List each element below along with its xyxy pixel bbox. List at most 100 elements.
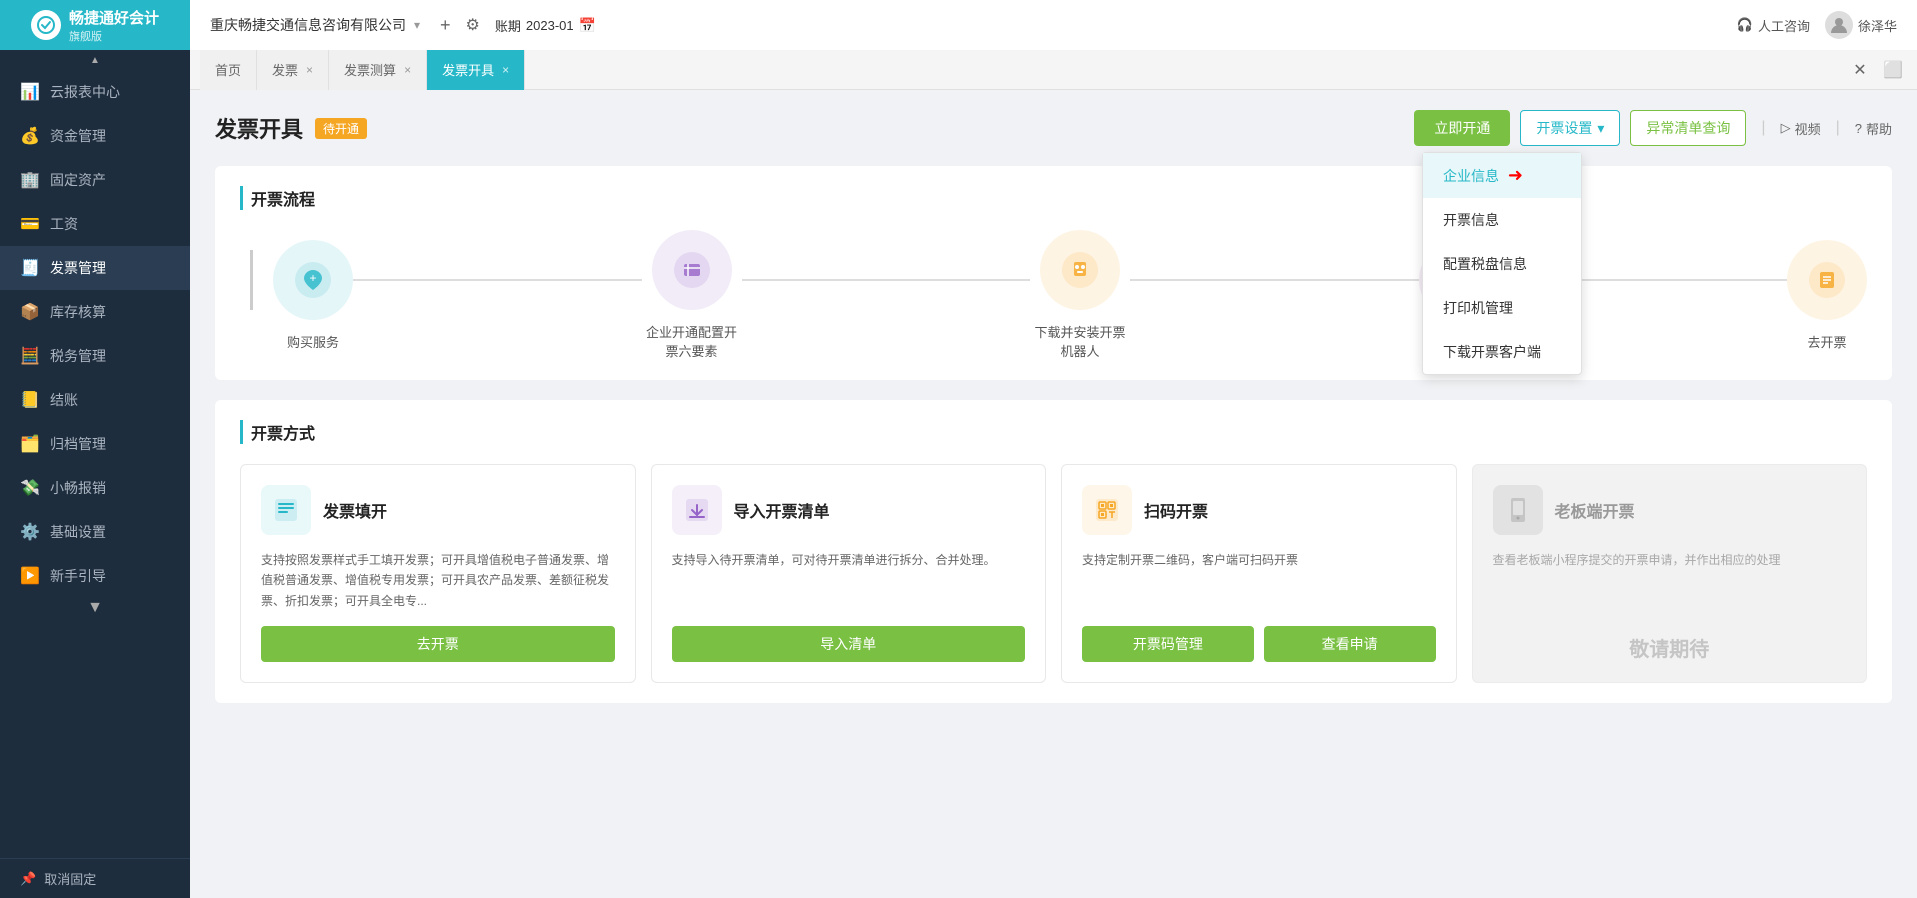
method-section-title: 开票方式 [240, 420, 1867, 444]
tab-invoice-label: 发票 [272, 60, 298, 79]
sidebar-item-guide[interactable]: ▶️ 新手引导 [0, 554, 190, 598]
logo-area: 畅捷通好会计 旗舰版 [0, 0, 190, 50]
sidebar-item-reports[interactable]: 📊 云报表中心 [0, 70, 190, 114]
sidebar-item-tax[interactable]: 🧮 税务管理 [0, 334, 190, 378]
divider2: | [1836, 119, 1840, 137]
flow-step-5-label: 去开票 [1807, 332, 1846, 351]
exception-button[interactable]: 异常清单查询 [1630, 110, 1746, 146]
boss-invoice-icon [1493, 485, 1543, 535]
method-card-fill-header: 发票填开 [261, 485, 615, 535]
page-title: 发票开具 [215, 112, 303, 144]
dropdown-item-tax-disk[interactable]: 配置税盘信息 [1423, 242, 1581, 286]
scan-card-desc: 支持定制开票二维码，客户端可扫码开票 [1082, 550, 1436, 596]
header-add-button[interactable]: + [440, 15, 451, 36]
page-title-left: 发票开具 待开通 [215, 112, 367, 144]
tab-issue-label: 发票开具 [442, 60, 494, 79]
settings-dropdown-menu: 企业信息 ➜ 开票信息 配置税盘信息 打印机管理 下 [1422, 152, 1582, 375]
fill-card-desc: 支持按照发票样式手工填开发票；可开具增值税电子普通发票、增值税普通发票、增值税专… [261, 550, 615, 611]
dropdown-item-download[interactable]: 下载开票客户端 [1423, 330, 1581, 374]
sidebar-label-assets: 固定资产 [50, 170, 106, 190]
headset-icon: 🎧 [1737, 17, 1753, 33]
flow-steps: + 购买服务 [240, 230, 1867, 360]
sidebar-bottom: 📌 取消固定 [0, 858, 190, 898]
sidebar-scroll-up[interactable]: ▲ [0, 50, 190, 70]
page-content: 发票开具 待开通 立即开通 开票设置 ▾ 异常清单查询 | ▷ 视频 | [190, 90, 1917, 898]
flow-step-3-icon [1040, 230, 1120, 310]
dropdown-item-invoice-info[interactable]: 开票信息 [1423, 198, 1581, 242]
invoice-icon: 🧾 [20, 258, 40, 278]
user-name: 徐泽华 [1858, 16, 1897, 35]
play-icon: ▷ [1781, 120, 1791, 136]
connector-2 [742, 279, 1031, 281]
flow-divider [250, 250, 253, 310]
import-card-title: 导入开票清单 [734, 498, 830, 522]
sidebar-label-funds: 资金管理 [50, 126, 106, 146]
settle-icon: 📒 [20, 390, 40, 410]
help-button[interactable]: ? 帮助 [1855, 119, 1892, 138]
reports-icon: 📊 [20, 82, 40, 102]
tab-issue[interactable]: 发票开具 × [427, 50, 525, 90]
expense-icon: 💸 [20, 478, 40, 498]
sidebar-scroll-down[interactable]: ▼ [0, 598, 190, 618]
company-dropdown-icon[interactable]: ▾ [414, 18, 420, 32]
tab-estimate[interactable]: 发票测算 × [329, 50, 427, 90]
funds-icon: 💰 [20, 126, 40, 146]
ai-consult-button[interactable]: 🎧 人工咨询 [1737, 16, 1810, 35]
scan-card-btn1[interactable]: 开票码管理 [1082, 626, 1254, 662]
fill-card-btn[interactable]: 去开票 [261, 626, 615, 662]
logo-sub: 旗舰版 [69, 28, 159, 44]
tab-expand-button[interactable]: ⬜ [1879, 56, 1907, 84]
flow-step-1-icon: + [273, 240, 353, 320]
flow-step-1: + 购买服务 [273, 240, 353, 351]
header-settings-icon[interactable]: ⚙ [466, 15, 480, 35]
divider: | [1761, 119, 1765, 137]
tab-estimate-close[interactable]: × [404, 63, 411, 77]
dropdown-item-company[interactable]: 企业信息 ➜ [1423, 153, 1581, 198]
sidebar-label-guide: 新手引导 [50, 566, 106, 586]
company-name: 重庆畅捷交通信息咨询有限公司 [210, 15, 406, 35]
page-title-bar: 发票开具 待开通 立即开通 开票设置 ▾ 异常清单查询 | ▷ 视频 | [215, 110, 1892, 146]
content-area: 首页 发票 × 发票测算 × 发票开具 × ✕ ⬜ [190, 50, 1917, 898]
method-card-import: 导入开票清单 支持导入待开票清单，可对待开票清单进行拆分、合并处理。 导入清单 [651, 464, 1047, 683]
settings-dropdown-button[interactable]: 开票设置 ▾ [1520, 110, 1620, 146]
tab-issue-close[interactable]: × [502, 63, 509, 77]
boss-card-desc: 查看老板端小程序提交的开票申请，并作出相应的处理 [1493, 550, 1847, 613]
guide-icon: ▶️ [20, 566, 40, 586]
sidebar-item-funds[interactable]: 💰 资金管理 [0, 114, 190, 158]
calendar-icon[interactable]: 📅 [579, 17, 596, 34]
svg-text:+: + [309, 271, 316, 285]
tab-invoice-close[interactable]: × [306, 63, 313, 77]
settings-chevron-icon: ▾ [1597, 120, 1604, 137]
sidebar-item-invoice[interactable]: 🧾 发票管理 [0, 246, 190, 290]
import-card-btn[interactable]: 导入清单 [672, 626, 1026, 662]
tab-invoice[interactable]: 发票 × [257, 50, 329, 90]
video-button[interactable]: ▷ 视频 [1781, 119, 1821, 138]
sidebar-item-settings[interactable]: ⚙️ 基础设置 [0, 510, 190, 554]
flow-step-3-label: 下载并安装开票机器人 [1030, 322, 1130, 360]
user-info: 徐泽华 [1825, 11, 1897, 39]
tab-bar-right: ✕ ⬜ [1846, 56, 1917, 84]
method-section: 开票方式 [215, 400, 1892, 703]
tab-close-button[interactable]: ✕ [1846, 56, 1874, 84]
sidebar-item-inventory[interactable]: 📦 库存核算 [0, 290, 190, 334]
sidebar-item-salary[interactable]: 💳 工资 [0, 202, 190, 246]
red-arrow-icon: ➜ [1508, 165, 1523, 185]
logo-icon [31, 10, 61, 40]
activate-button[interactable]: 立即开通 [1414, 110, 1510, 146]
pin-icon: 📌 [20, 871, 36, 887]
method-card-boss-header: 老板端开票 [1493, 485, 1847, 535]
salary-icon: 💳 [20, 214, 40, 234]
scan-card-btn2[interactable]: 查看申请 [1264, 626, 1436, 662]
sidebar-item-assets[interactable]: 🏢 固定资产 [0, 158, 190, 202]
sidebar-item-expense[interactable]: 💸 小畅报销 [0, 466, 190, 510]
sidebar-item-archive[interactable]: 🗂️ 归档管理 [0, 422, 190, 466]
sidebar-item-settle[interactable]: 📒 结账 [0, 378, 190, 422]
dropdown-item-printer[interactable]: 打印机管理 [1423, 286, 1581, 330]
flow-step-3: 下载并安装开票机器人 [1030, 230, 1130, 360]
scan-invoice-icon [1082, 485, 1132, 535]
tab-home[interactable]: 首页 [200, 50, 257, 90]
sidebar-pin-button[interactable]: 📌 取消固定 [0, 859, 190, 898]
tax-icon: 🧮 [20, 346, 40, 366]
sidebar-label-salary: 工资 [50, 214, 78, 234]
sidebar-label-settings: 基础设置 [50, 522, 106, 542]
